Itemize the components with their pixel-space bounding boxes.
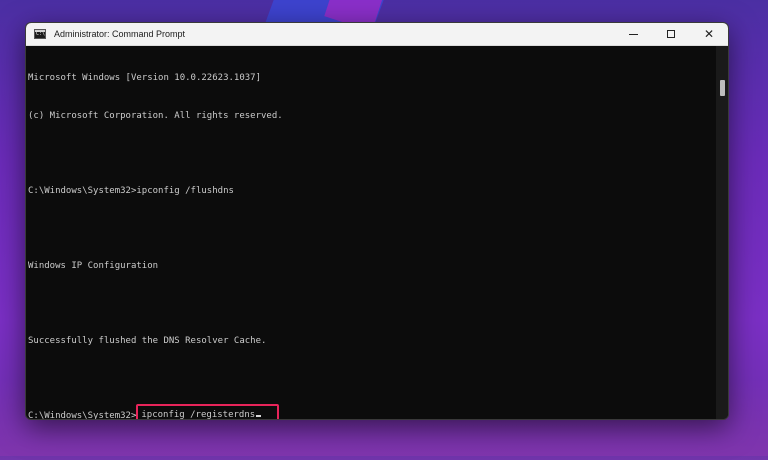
command-prompt-text: C:\Windows\System32> bbox=[28, 410, 137, 420]
minimize-button[interactable] bbox=[614, 23, 652, 45]
close-button[interactable]: ✕ bbox=[690, 23, 728, 45]
maximize-button[interactable] bbox=[652, 23, 690, 45]
window-title: Administrator: Command Prompt bbox=[54, 29, 186, 39]
command-prompt-window[interactable]: C:\ Administrator: Command Prompt ✕ Micr… bbox=[25, 22, 729, 420]
console-line: (c) Microsoft Corporation. All rights re… bbox=[28, 110, 283, 121]
minimize-icon bbox=[628, 33, 638, 35]
maximize-icon bbox=[667, 30, 675, 38]
cmd-icon-text: C:\ bbox=[36, 31, 46, 37]
title-bar[interactable]: C:\ Administrator: Command Prompt ✕ bbox=[26, 23, 728, 46]
window-controls: ✕ bbox=[614, 23, 728, 45]
text-cursor bbox=[256, 414, 262, 417]
console-line: Microsoft Windows [Version 10.0.22623.10… bbox=[28, 73, 261, 83]
console-line: Windows IP Configuration bbox=[28, 260, 159, 271]
highlighted-command-box: ipconfig /registerdns bbox=[136, 403, 280, 420]
scrollbar-thumb[interactable] bbox=[720, 80, 725, 96]
current-command-text: ipconfig /registerdns bbox=[141, 409, 256, 420]
cmd-app-icon: C:\ bbox=[34, 29, 46, 39]
vertical-scrollbar[interactable] bbox=[716, 46, 728, 419]
console-line: Successfully flushed the DNS Resolver Ca… bbox=[28, 335, 267, 346]
current-command-line[interactable]: C:\Windows\System32> ipconfig /registerdn… bbox=[28, 403, 716, 420]
console-output[interactable]: Microsoft Windows [Version 10.0.22623.10… bbox=[26, 46, 716, 419]
close-icon: ✕ bbox=[703, 27, 715, 41]
console-line: C:\Windows\System32>ipconfig /flushdns bbox=[28, 185, 234, 196]
